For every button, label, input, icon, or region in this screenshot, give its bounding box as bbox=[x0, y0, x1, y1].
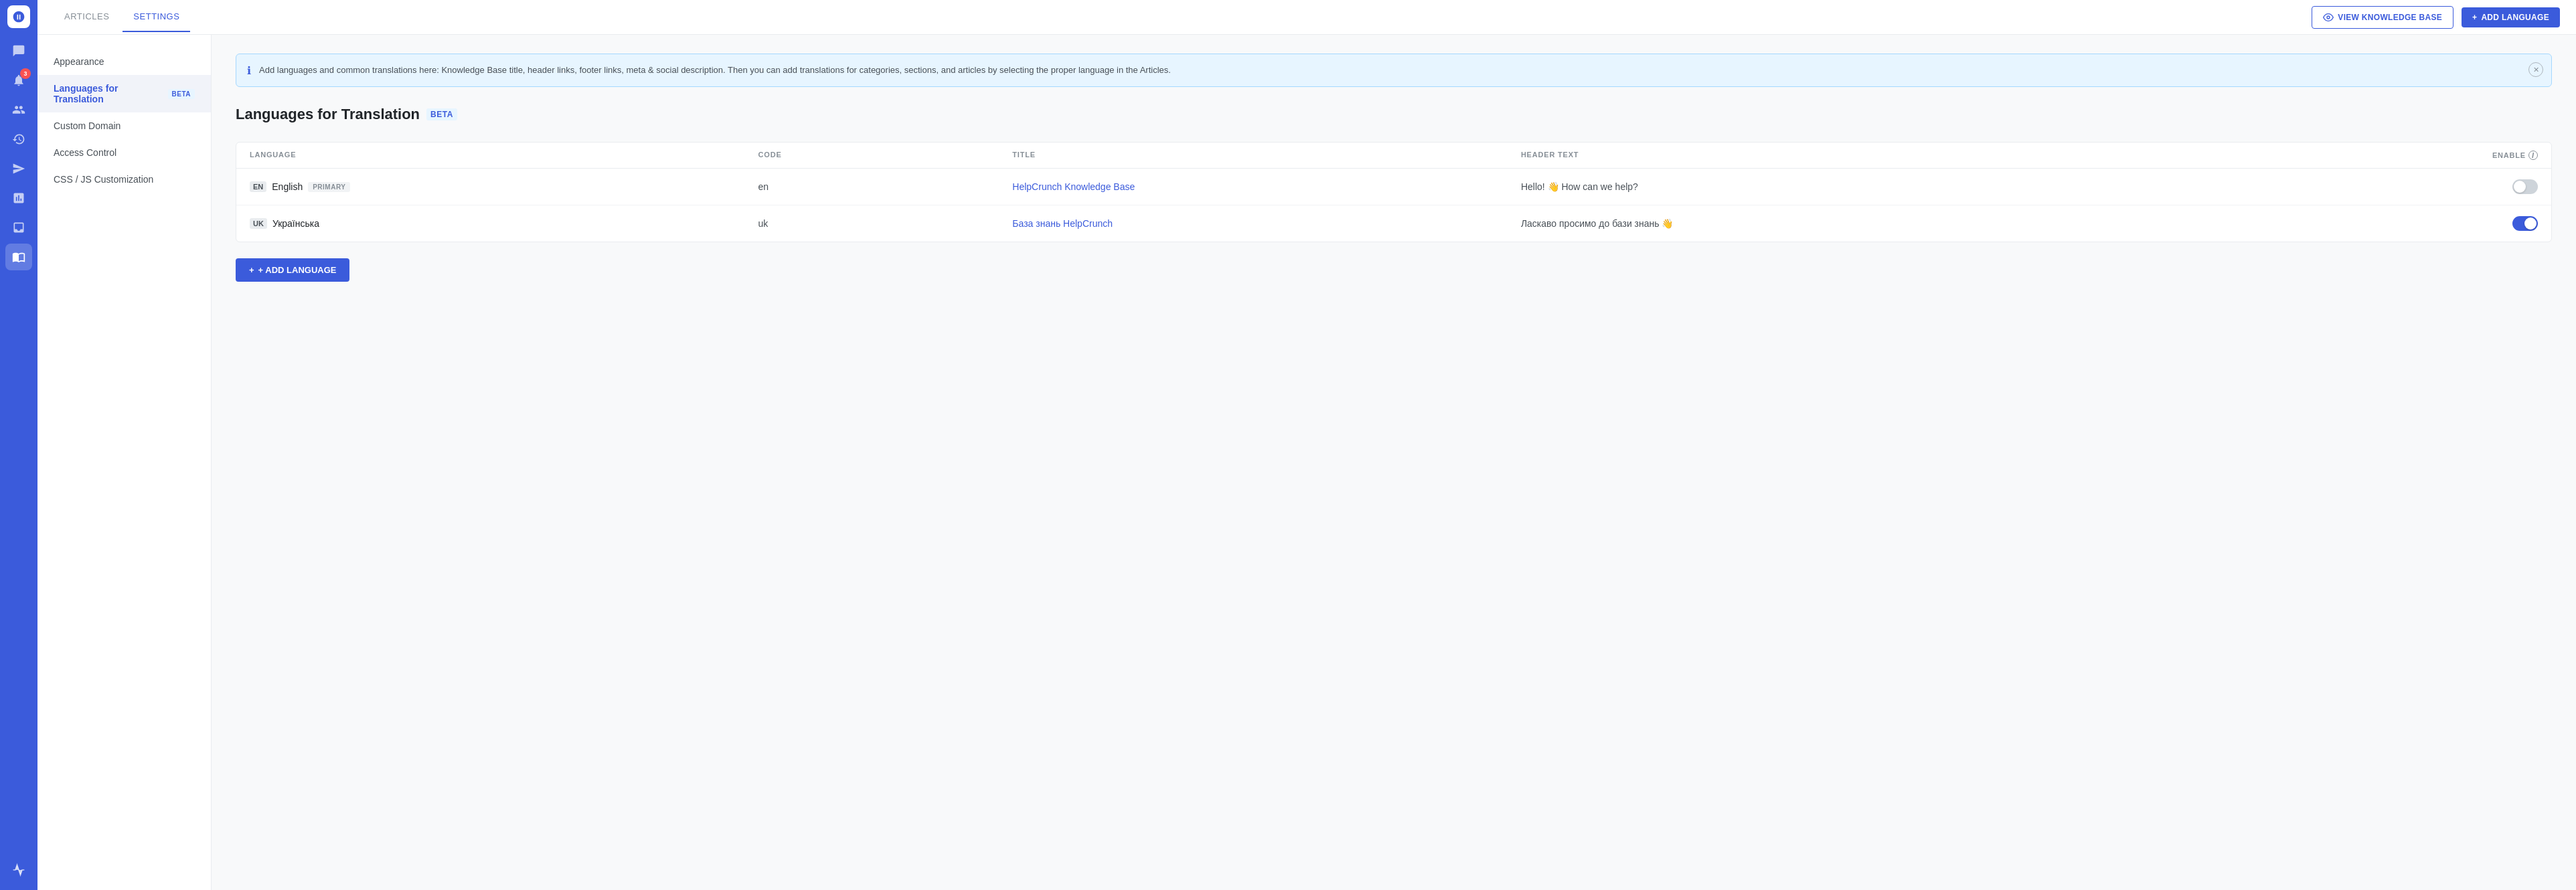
view-knowledge-base-button[interactable]: VIEW KNOWLEDGE BASE bbox=[2312, 6, 2453, 29]
header-text-cell-en: Hello! 👋 How can we help? bbox=[1521, 181, 2283, 192]
sidebar-icon-inbox[interactable] bbox=[5, 214, 32, 241]
settings-nav-appearance[interactable]: Appearance bbox=[37, 48, 211, 75]
code-cell-uk: uk bbox=[758, 218, 1013, 229]
page-title: Languages for Translation bbox=[236, 106, 420, 123]
info-banner-close-button[interactable]: ✕ bbox=[2528, 62, 2543, 77]
add-language-button[interactable]: + + ADD LANGUAGE bbox=[236, 258, 349, 282]
table-row: UK Українська uk База знань HelpCrunch Л… bbox=[236, 205, 2551, 242]
header-language: LANGUAGE bbox=[250, 151, 758, 160]
lang-name-uk: Українська bbox=[272, 218, 319, 229]
sidebar-icon-reports[interactable] bbox=[5, 185, 32, 211]
logo[interactable] bbox=[7, 5, 30, 28]
flag-uk: UK bbox=[250, 218, 267, 229]
languages-beta-badge: BETA bbox=[168, 89, 195, 99]
top-nav: ARTICLES SETTINGS VIEW KNOWLEDGE BASE + … bbox=[37, 0, 2576, 35]
notification-badge: 3 bbox=[20, 68, 31, 79]
tab-articles[interactable]: ARTICLES bbox=[54, 2, 120, 32]
settings-sidebar: Appearance Languages for Translation BET… bbox=[37, 35, 212, 890]
sidebar-icon-campaigns[interactable] bbox=[5, 155, 32, 182]
tab-settings[interactable]: SETTINGS bbox=[123, 2, 190, 32]
svg-point-0 bbox=[2327, 16, 2330, 19]
icon-sidebar: 3 bbox=[0, 0, 37, 890]
header-title: TITLE bbox=[1012, 151, 1521, 160]
toggle-uk[interactable] bbox=[2512, 216, 2538, 231]
table-row: EN English PRIMARY en HelpCrunch Knowled… bbox=[236, 169, 2551, 205]
language-table: LANGUAGE CODE TITLE HEADER TEXT ENABLE i… bbox=[236, 142, 2552, 242]
css-js-label: CSS / JS Customization bbox=[54, 174, 153, 185]
page-beta-badge: BETA bbox=[426, 108, 457, 120]
lang-name-en: English bbox=[272, 181, 303, 192]
content-layout: Appearance Languages for Translation BET… bbox=[37, 35, 2576, 890]
appearance-label: Appearance bbox=[54, 56, 104, 67]
primary-badge-en: PRIMARY bbox=[308, 182, 350, 192]
sidebar-icon-chat[interactable] bbox=[5, 37, 32, 64]
title-link-uk[interactable]: База знань HelpCrunch bbox=[1012, 218, 1113, 229]
language-cell-uk: UK Українська bbox=[250, 218, 758, 229]
header-code: CODE bbox=[758, 151, 1013, 160]
add-language-header-label: ADD LANGUAGE bbox=[2481, 13, 2549, 22]
nav-tabs: ARTICLES SETTINGS bbox=[54, 2, 2312, 32]
add-language-plus-icon: + bbox=[249, 265, 254, 275]
plus-icon: + bbox=[2472, 13, 2477, 22]
header-text-cell-uk: Ласкаво просимо до бази знань 👋 bbox=[1521, 218, 2283, 229]
add-language-header-button[interactable]: + ADD LANGUAGE bbox=[2462, 7, 2560, 27]
info-banner: ℹ Add languages and common translations … bbox=[236, 54, 2552, 87]
code-cell-en: en bbox=[758, 181, 1013, 192]
view-kb-label: VIEW KNOWLEDGE BASE bbox=[2338, 13, 2442, 22]
sidebar-icon-activity[interactable] bbox=[5, 857, 32, 883]
add-language-label: + ADD LANGUAGE bbox=[258, 265, 337, 275]
info-banner-text: Add languages and common translations he… bbox=[259, 64, 1171, 77]
info-icon: ℹ bbox=[247, 64, 251, 77]
toggle-en[interactable] bbox=[2512, 179, 2538, 194]
page-heading: Languages for Translation BETA bbox=[236, 106, 2552, 123]
title-link-en[interactable]: HelpCrunch Knowledge Base bbox=[1012, 181, 1135, 192]
custom-domain-label: Custom Domain bbox=[54, 120, 120, 131]
settings-nav-languages[interactable]: Languages for Translation BETA bbox=[37, 75, 211, 112]
settings-nav-custom-domain[interactable]: Custom Domain bbox=[37, 112, 211, 139]
enable-cell-en bbox=[2283, 179, 2538, 194]
title-cell-en[interactable]: HelpCrunch Knowledge Base bbox=[1012, 181, 1521, 193]
header-enable: ENABLE i bbox=[2283, 151, 2538, 160]
header-header-text: HEADER TEXT bbox=[1521, 151, 2283, 160]
enable-cell-uk bbox=[2283, 216, 2538, 231]
languages-label: Languages for Translation bbox=[54, 83, 163, 104]
sidebar-icon-knowledge[interactable] bbox=[5, 244, 32, 270]
settings-nav-css-js[interactable]: CSS / JS Customization bbox=[37, 166, 211, 193]
sidebar-icon-notifications[interactable]: 3 bbox=[5, 67, 32, 94]
sidebar-icon-history[interactable] bbox=[5, 126, 32, 153]
flag-en: EN bbox=[250, 181, 266, 192]
main-area: ARTICLES SETTINGS VIEW KNOWLEDGE BASE + … bbox=[37, 0, 2576, 890]
enable-info-icon: i bbox=[2528, 151, 2538, 160]
main-content: ℹ Add languages and common translations … bbox=[212, 35, 2576, 890]
language-cell-en: EN English PRIMARY bbox=[250, 181, 758, 192]
settings-nav-access-control[interactable]: Access Control bbox=[37, 139, 211, 166]
nav-actions: VIEW KNOWLEDGE BASE + ADD LANGUAGE bbox=[2312, 6, 2560, 29]
table-header: LANGUAGE CODE TITLE HEADER TEXT ENABLE i bbox=[236, 143, 2551, 169]
access-control-label: Access Control bbox=[54, 147, 116, 158]
title-cell-uk[interactable]: База знань HelpCrunch bbox=[1012, 217, 1521, 230]
sidebar-icon-contacts[interactable] bbox=[5, 96, 32, 123]
